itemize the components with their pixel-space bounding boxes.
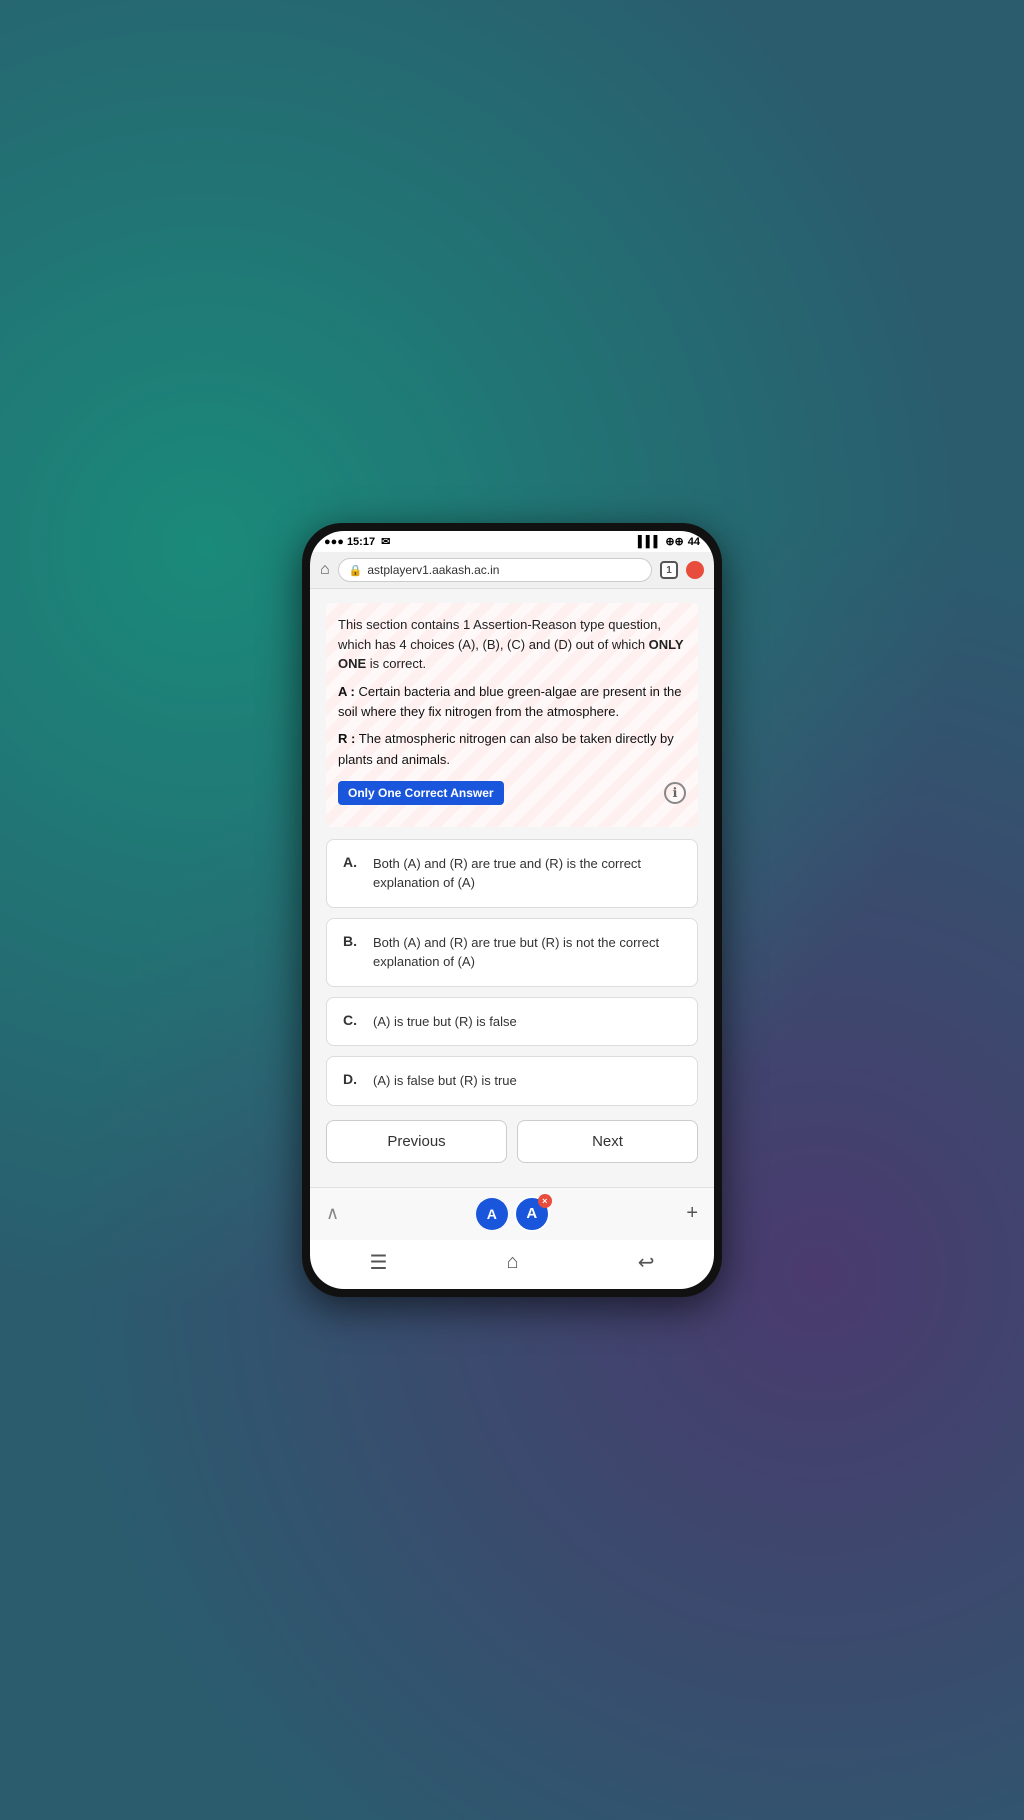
phone-screen: ●●● 15:17 ✉ ▌▌▌ ⊕⊕ 44 ⌂ 🔒 astplayerv1.aa… (310, 531, 714, 1289)
option-d-text: (A) is false but (R) is true (373, 1071, 517, 1091)
option-a-text: Both (A) and (R) are true and (R) is the… (373, 854, 681, 893)
android-nav: ☰ ⌂ ↩ (310, 1240, 714, 1289)
option-c[interactable]: C. (A) is true but (R) is false (326, 997, 698, 1047)
option-b-label: B. (343, 933, 361, 949)
option-d-label: D. (343, 1071, 361, 1087)
nav-buttons: Previous Next (326, 1120, 698, 1163)
avatar-small[interactable]: A (476, 1198, 508, 1230)
content-area: This section contains 1 Assertion-Reason… (310, 589, 714, 1187)
android-menu-icon[interactable]: ☰ (370, 1250, 388, 1275)
reason-body: The atmospheric nitrogen can also be tak… (338, 731, 674, 767)
browser-url-bar[interactable]: 🔒 astplayerv1.aakash.ac.in (338, 558, 652, 582)
status-mail-icon: ✉ (381, 535, 390, 548)
reason-label: R : (338, 731, 355, 746)
assertion-text: A : Certain bacteria and blue green-alga… (338, 682, 686, 724)
avatar-large[interactable]: A × (514, 1196, 550, 1232)
browser-bar: ⌂ 🔒 astplayerv1.aakash.ac.in 1 (310, 552, 714, 589)
answer-type-row: Only One Correct Answer ℹ (338, 781, 686, 805)
next-button[interactable]: Next (517, 1120, 698, 1163)
wifi-icon: ⊕⊕ (665, 535, 683, 548)
tabs-count: 1 (666, 565, 672, 576)
phone-frame: ●●● 15:17 ✉ ▌▌▌ ⊕⊕ 44 ⌂ 🔒 astplayerv1.aa… (302, 523, 722, 1297)
browser-record-icon (686, 561, 704, 579)
carrier-signal: ●●● (324, 536, 344, 548)
signal-bars-icon: ▌▌▌ (638, 536, 661, 548)
option-b-text: Both (A) and (R) are true but (R) is not… (373, 933, 681, 972)
assertion-body: Certain bacteria and blue green-algae ar… (338, 684, 682, 720)
status-bar: ●●● 15:17 ✉ ▌▌▌ ⊕⊕ 44 (310, 531, 714, 552)
browser-tabs-icon[interactable]: 1 (660, 561, 678, 579)
instruction-text: This section contains 1 Assertion-Reason… (338, 615, 686, 674)
chevron-up-icon[interactable]: ∧ (326, 1203, 339, 1224)
status-left: ●●● 15:17 ✉ (324, 535, 390, 548)
status-right: ▌▌▌ ⊕⊕ 44 (638, 535, 700, 548)
option-c-label: C. (343, 1012, 361, 1028)
battery-label: 44 (688, 536, 700, 548)
reason-text: R : The atmospheric nitrogen can also be… (338, 729, 686, 771)
only-one-text: ONLY ONE (338, 637, 683, 672)
assertion-label: A : (338, 684, 355, 699)
options-container: A. Both (A) and (R) are true and (R) is … (326, 839, 698, 1106)
question-section: This section contains 1 Assertion-Reason… (326, 603, 698, 827)
status-time: 15:17 (347, 536, 375, 548)
plus-icon[interactable]: + (686, 1202, 698, 1225)
option-a[interactable]: A. Both (A) and (R) are true and (R) is … (326, 839, 698, 908)
option-d[interactable]: D. (A) is false but (R) is true (326, 1056, 698, 1106)
option-b[interactable]: B. Both (A) and (R) are true but (R) is … (326, 918, 698, 987)
bottom-browser-bar: ∧ A A × + (310, 1187, 714, 1240)
lock-icon: 🔒 (349, 564, 363, 577)
option-c-text: (A) is true but (R) is false (373, 1012, 517, 1032)
android-back-icon[interactable]: ↩ (638, 1250, 655, 1275)
android-home-icon[interactable]: ⌂ (507, 1251, 519, 1274)
close-badge: × (538, 1194, 552, 1208)
info-icon[interactable]: ℹ (664, 782, 686, 804)
previous-button[interactable]: Previous (326, 1120, 507, 1163)
bottom-icons: A A × (476, 1196, 550, 1232)
option-a-label: A. (343, 854, 361, 870)
browser-home-icon[interactable]: ⌂ (320, 561, 330, 579)
answer-type-badge: Only One Correct Answer (338, 781, 504, 805)
url-text: astplayerv1.aakash.ac.in (367, 563, 499, 577)
